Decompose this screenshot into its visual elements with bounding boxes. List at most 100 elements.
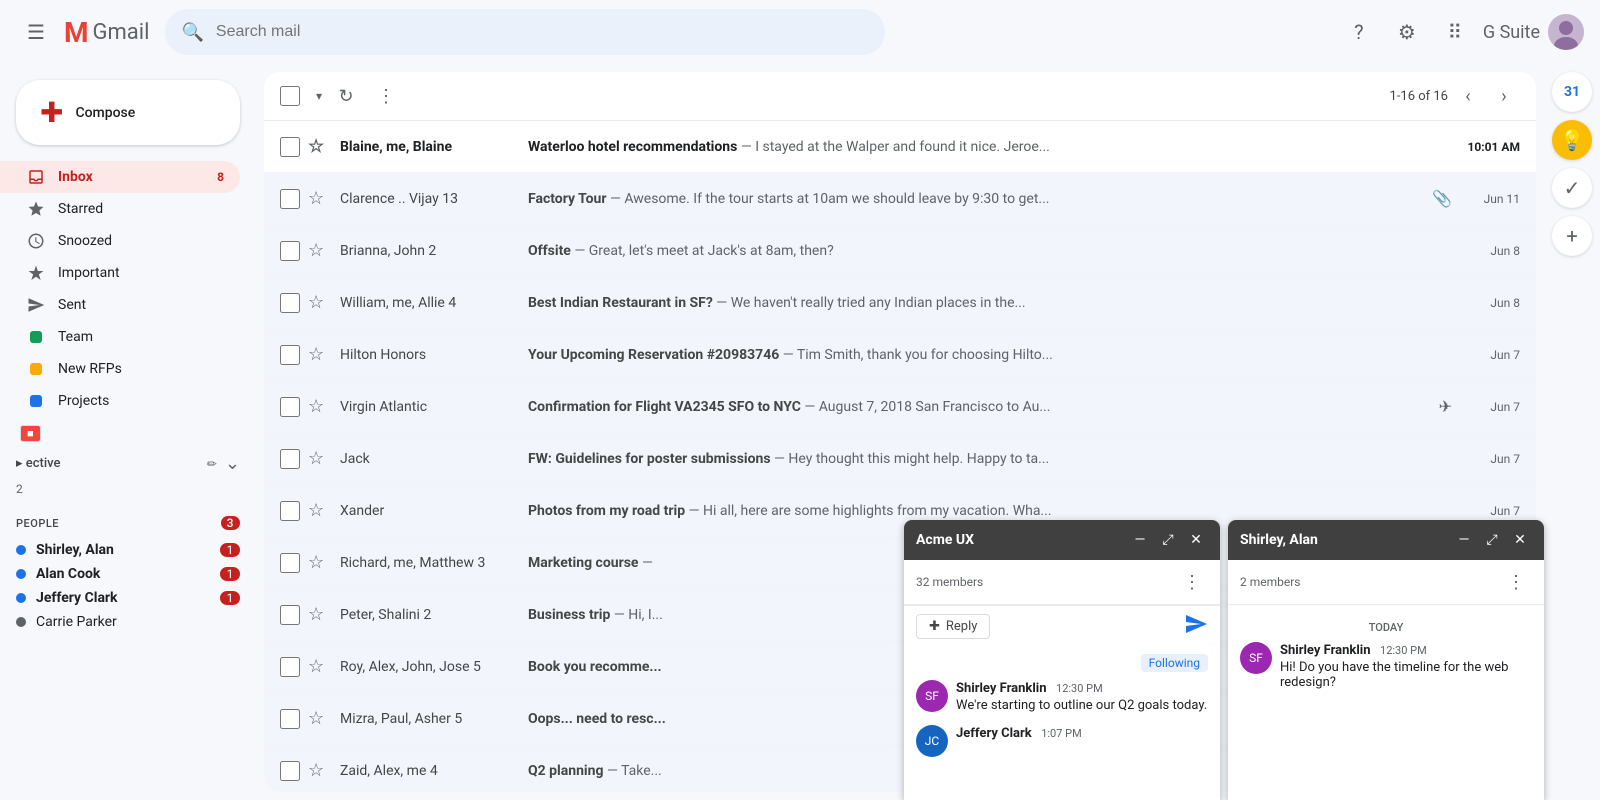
- person-item-shirley-alan[interactable]: Shirley, Alan 1: [16, 538, 240, 562]
- email-checkbox-2[interactable]: [280, 241, 300, 261]
- dropdown-arrow-icon[interactable]: ▾: [316, 89, 322, 103]
- chat-header-icons-acme: — ⤢ ✕: [1128, 528, 1208, 552]
- email-checkbox-12[interactable]: [280, 761, 300, 781]
- email-checkbox-11[interactable]: [280, 709, 300, 729]
- email-subject-9: Business trip: [528, 607, 610, 623]
- sidebar-item-sent[interactable]: Sent: [0, 289, 240, 321]
- next-page-icon[interactable]: ›: [1488, 80, 1520, 112]
- email-snippet-12: — Take...: [603, 763, 661, 779]
- tasks-icon[interactable]: ✓: [1552, 168, 1592, 208]
- star-icon-9[interactable]: ☆: [308, 604, 332, 625]
- chat-minimize-acme[interactable]: —: [1128, 528, 1152, 552]
- calendar-icon[interactable]: 31: [1552, 72, 1592, 112]
- search-input[interactable]: [216, 23, 870, 41]
- email-row[interactable]: ☆ William, me, Allie 4 Best Indian Resta…: [264, 277, 1536, 329]
- lightbulb-icon[interactable]: 💡: [1552, 120, 1592, 160]
- sidebar-item-inbox[interactable]: Inbox 8: [0, 161, 240, 193]
- email-row[interactable]: ☆ Blaine, me, Blaine Waterloo hotel reco…: [264, 121, 1536, 173]
- prev-page-icon[interactable]: ‹: [1452, 80, 1484, 112]
- person-item-carrie-parker[interactable]: Carrie Parker: [16, 610, 240, 634]
- chat-close-shirley[interactable]: ✕: [1508, 528, 1532, 552]
- email-checkbox-8[interactable]: [280, 553, 300, 573]
- sidebar-item-newrfps[interactable]: New RFPs: [0, 353, 240, 385]
- select-all-checkbox[interactable]: [280, 86, 300, 106]
- star-icon-6[interactable]: ☆: [308, 448, 332, 469]
- email-row[interactable]: ☆ Hilton Honors Your Upcoming Reservatio…: [264, 329, 1536, 381]
- star-icon-4[interactable]: ☆: [308, 344, 332, 365]
- add-panel-icon[interactable]: +: [1552, 216, 1592, 256]
- refresh-icon[interactable]: ↻: [330, 80, 362, 112]
- sidebar-item-team[interactable]: Team: [0, 321, 240, 353]
- chat-msg-sender-shirley1: Shirley Franklin: [1280, 643, 1371, 658]
- star-icon-12[interactable]: ☆: [308, 760, 332, 781]
- chat-footer-acme[interactable]: ✚ Reply: [904, 605, 1220, 646]
- email-content-7: Photos from my road trip — Hi all, here …: [528, 503, 1452, 519]
- star-icon-10[interactable]: ☆: [308, 656, 332, 677]
- email-snippet-1: — Awesome. If the tour starts at 10am we…: [606, 191, 1049, 207]
- active-collapse-icon[interactable]: ⌄: [225, 453, 240, 474]
- email-row[interactable]: ☆ Jack FW: Guidelines for poster submiss…: [264, 433, 1536, 485]
- star-icon-1[interactable]: ☆: [308, 188, 332, 209]
- star-icon-11[interactable]: ☆: [308, 708, 332, 729]
- email-checkbox-3[interactable]: [280, 293, 300, 313]
- star-icon-2[interactable]: ☆: [308, 240, 332, 261]
- email-meta-4: Jun 7: [1460, 348, 1520, 362]
- sidebar-item-starred[interactable]: Starred: [0, 193, 240, 225]
- avatar[interactable]: [1548, 14, 1584, 50]
- person-item-jeffery-clark[interactable]: Jeffery Clark 1: [16, 586, 240, 610]
- sidebar-item-important[interactable]: Important: [0, 257, 240, 289]
- chat-more-acme[interactable]: ⋮: [1176, 566, 1208, 598]
- star-icon-3[interactable]: ☆: [308, 292, 332, 313]
- more-options-icon[interactable]: ⋮: [370, 80, 402, 112]
- email-row[interactable]: ☆ Brianna, John 2 Offsite — Great, let's…: [264, 225, 1536, 277]
- sidebar-item-snoozed[interactable]: Snoozed: [0, 225, 240, 257]
- help-icon[interactable]: ?: [1339, 12, 1379, 52]
- email-sender-6: Jack: [340, 451, 520, 467]
- email-checkbox-9[interactable]: [280, 605, 300, 625]
- chat-expand-acme[interactable]: ⤢: [1156, 528, 1180, 552]
- person-name-carrie-parker: Carrie Parker: [36, 614, 240, 630]
- star-icon-7[interactable]: ☆: [308, 500, 332, 521]
- email-subject-5: Confirmation for Flight VA2345 SFO to NY…: [528, 399, 801, 415]
- chat-msg-text-shirley1: Hi! Do you have the timeline for the web…: [1280, 660, 1532, 690]
- chat-minimize-shirley[interactable]: —: [1452, 528, 1476, 552]
- chat-header-icons-shirley: — ⤢ ✕: [1452, 528, 1532, 552]
- email-checkbox-7[interactable]: [280, 501, 300, 521]
- gmail-text: Gmail: [93, 20, 150, 45]
- search-bar[interactable]: 🔍: [165, 9, 885, 55]
- email-checkbox-6[interactable]: [280, 449, 300, 469]
- email-sender-12: Zaid, Alex, me 4: [340, 763, 520, 779]
- inbox-icon: [26, 168, 46, 186]
- email-row[interactable]: ☆ Virgin Atlantic Confirmation for Fligh…: [264, 381, 1536, 433]
- chat-close-acme[interactable]: ✕: [1184, 528, 1208, 552]
- email-snippet-9: — Hi, I...: [610, 607, 662, 623]
- sidebar-item-more[interactable]: ■: [0, 417, 240, 449]
- reply-button-acme[interactable]: ✚ Reply: [916, 614, 990, 639]
- chat-body-acme: Following SF Shirley Franklin 12:30 PM W…: [904, 646, 1220, 800]
- star-icon-5[interactable]: ☆: [308, 396, 332, 417]
- settings-icon[interactable]: ⚙: [1387, 12, 1427, 52]
- star-icon-0[interactable]: ☆: [308, 136, 332, 157]
- chat-msg-time-2: 1:07 PM: [1041, 727, 1081, 740]
- compose-button[interactable]: ✚ Compose: [16, 80, 240, 145]
- apps-icon[interactable]: ⠿: [1435, 12, 1475, 52]
- email-snippet-0: — I stayed at the Walper and found it ni…: [737, 139, 1050, 155]
- email-checkbox-10[interactable]: [280, 657, 300, 677]
- send-button-acme[interactable]: [1184, 612, 1208, 640]
- email-row[interactable]: ☆ Clarence .. Vijay 13 Factory Tour — Aw…: [264, 173, 1536, 225]
- active-edit-icon[interactable]: ✏: [207, 457, 217, 471]
- person-item-alan-cook[interactable]: Alan Cook 1: [16, 562, 240, 586]
- following-badge-acme: Following: [1141, 654, 1208, 672]
- star-icon-8[interactable]: ☆: [308, 552, 332, 573]
- sidebar-item-projects[interactable]: Projects: [0, 385, 240, 417]
- chat-expand-shirley[interactable]: ⤢: [1480, 528, 1504, 552]
- email-checkbox-1[interactable]: [280, 189, 300, 209]
- chat-more-shirley[interactable]: ⋮: [1500, 566, 1532, 598]
- email-checkbox-0[interactable]: [280, 137, 300, 157]
- email-checkbox-5[interactable]: [280, 397, 300, 417]
- people-label: People: [16, 517, 59, 530]
- menu-icon[interactable]: ☰: [16, 12, 56, 52]
- email-checkbox-4[interactable]: [280, 345, 300, 365]
- email-meta-3: Jun 8: [1460, 296, 1520, 310]
- people-total-badge: 3: [221, 516, 240, 530]
